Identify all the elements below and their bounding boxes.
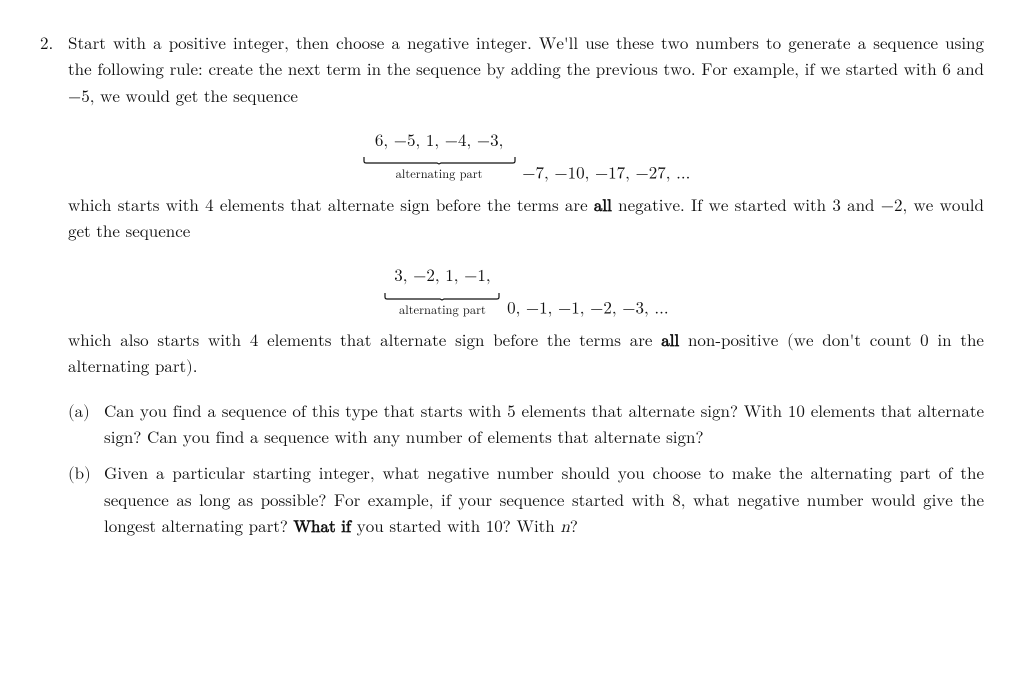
part-b-text3: you started with 10? With: [351, 519, 560, 536]
part-b-content: Given a particular starting integer, wha…: [104, 462, 984, 541]
sequence-1-braced-text: 6, −5, 1, −4, −3,: [362, 129, 517, 155]
intro-content: Start with a positive integer, then choo…: [68, 36, 984, 106]
sequence-1-block: 6, −5, 1, −4, −3, alternating part −7, −…: [68, 129, 984, 188]
problem-container: 2. Start with a positive integer, then c…: [40, 32, 984, 552]
mid-text-1-start: which starts with 4 elements that altern…: [68, 198, 594, 215]
underbrace-1-svg: [362, 155, 517, 165]
parts-list: (a) Can you find a sequence of this type…: [68, 400, 984, 542]
sequence-1-display: 6, −5, 1, −4, −3, alternating part −7, −…: [68, 129, 984, 188]
part-b-text5: ?: [570, 519, 578, 536]
mid-text-2-start: which also starts with 4 elements that a…: [68, 333, 661, 350]
part-a-content: Can you find a sequence of this type tha…: [104, 400, 984, 453]
sequence-2-under-text: 3, −2, 1, −1,: [394, 268, 490, 285]
part-b: (b) Given a particular starting integer,…: [68, 462, 984, 541]
mid-text-1-bold: all: [594, 198, 612, 215]
part-b-label: (b): [68, 462, 100, 488]
problem-body: Start with a positive integer, then choo…: [68, 32, 984, 552]
intro-text: Start with a positive integer, then choo…: [68, 32, 984, 111]
part-b-what-if: What if: [294, 519, 352, 536]
part-a-text: Can you find a sequence of this type tha…: [104, 404, 984, 447]
mid-text-1: which starts with 4 elements that altern…: [68, 194, 984, 247]
sequence-1-braced: 6, −5, 1, −4, −3, alternating part: [362, 129, 517, 186]
underbrace-2-svg: [383, 291, 501, 301]
sequence-1-label: alternating part: [362, 166, 517, 185]
sequence-2-display: 3, −2, 1, −1, alternating part 0, −1, −1…: [68, 264, 984, 323]
part-a-label: (a): [68, 400, 100, 426]
mid-text-2: which also starts with 4 elements that a…: [68, 329, 984, 382]
sequence-1-under-text: 6, −5, 1, −4, −3,: [375, 133, 503, 150]
part-b-n: n: [560, 519, 569, 536]
part-a: (a) Can you find a sequence of this type…: [68, 400, 984, 453]
sequence-1-rest: −7, −10, −17, −27, …: [517, 165, 691, 182]
sequence-2-block: 3, −2, 1, −1, alternating part 0, −1, −1…: [68, 264, 984, 323]
mid-text-2-bold: all: [661, 333, 679, 350]
sequence-2-rest: 0, −1, −1, −2, −3, …: [501, 301, 668, 318]
sequence-2-braced-text: 3, −2, 1, −1,: [383, 264, 501, 290]
sequence-2-label: alternating part: [383, 302, 501, 321]
problem-number: 2.: [40, 32, 68, 58]
sequence-2-braced: 3, −2, 1, −1, alternating part: [383, 264, 501, 321]
